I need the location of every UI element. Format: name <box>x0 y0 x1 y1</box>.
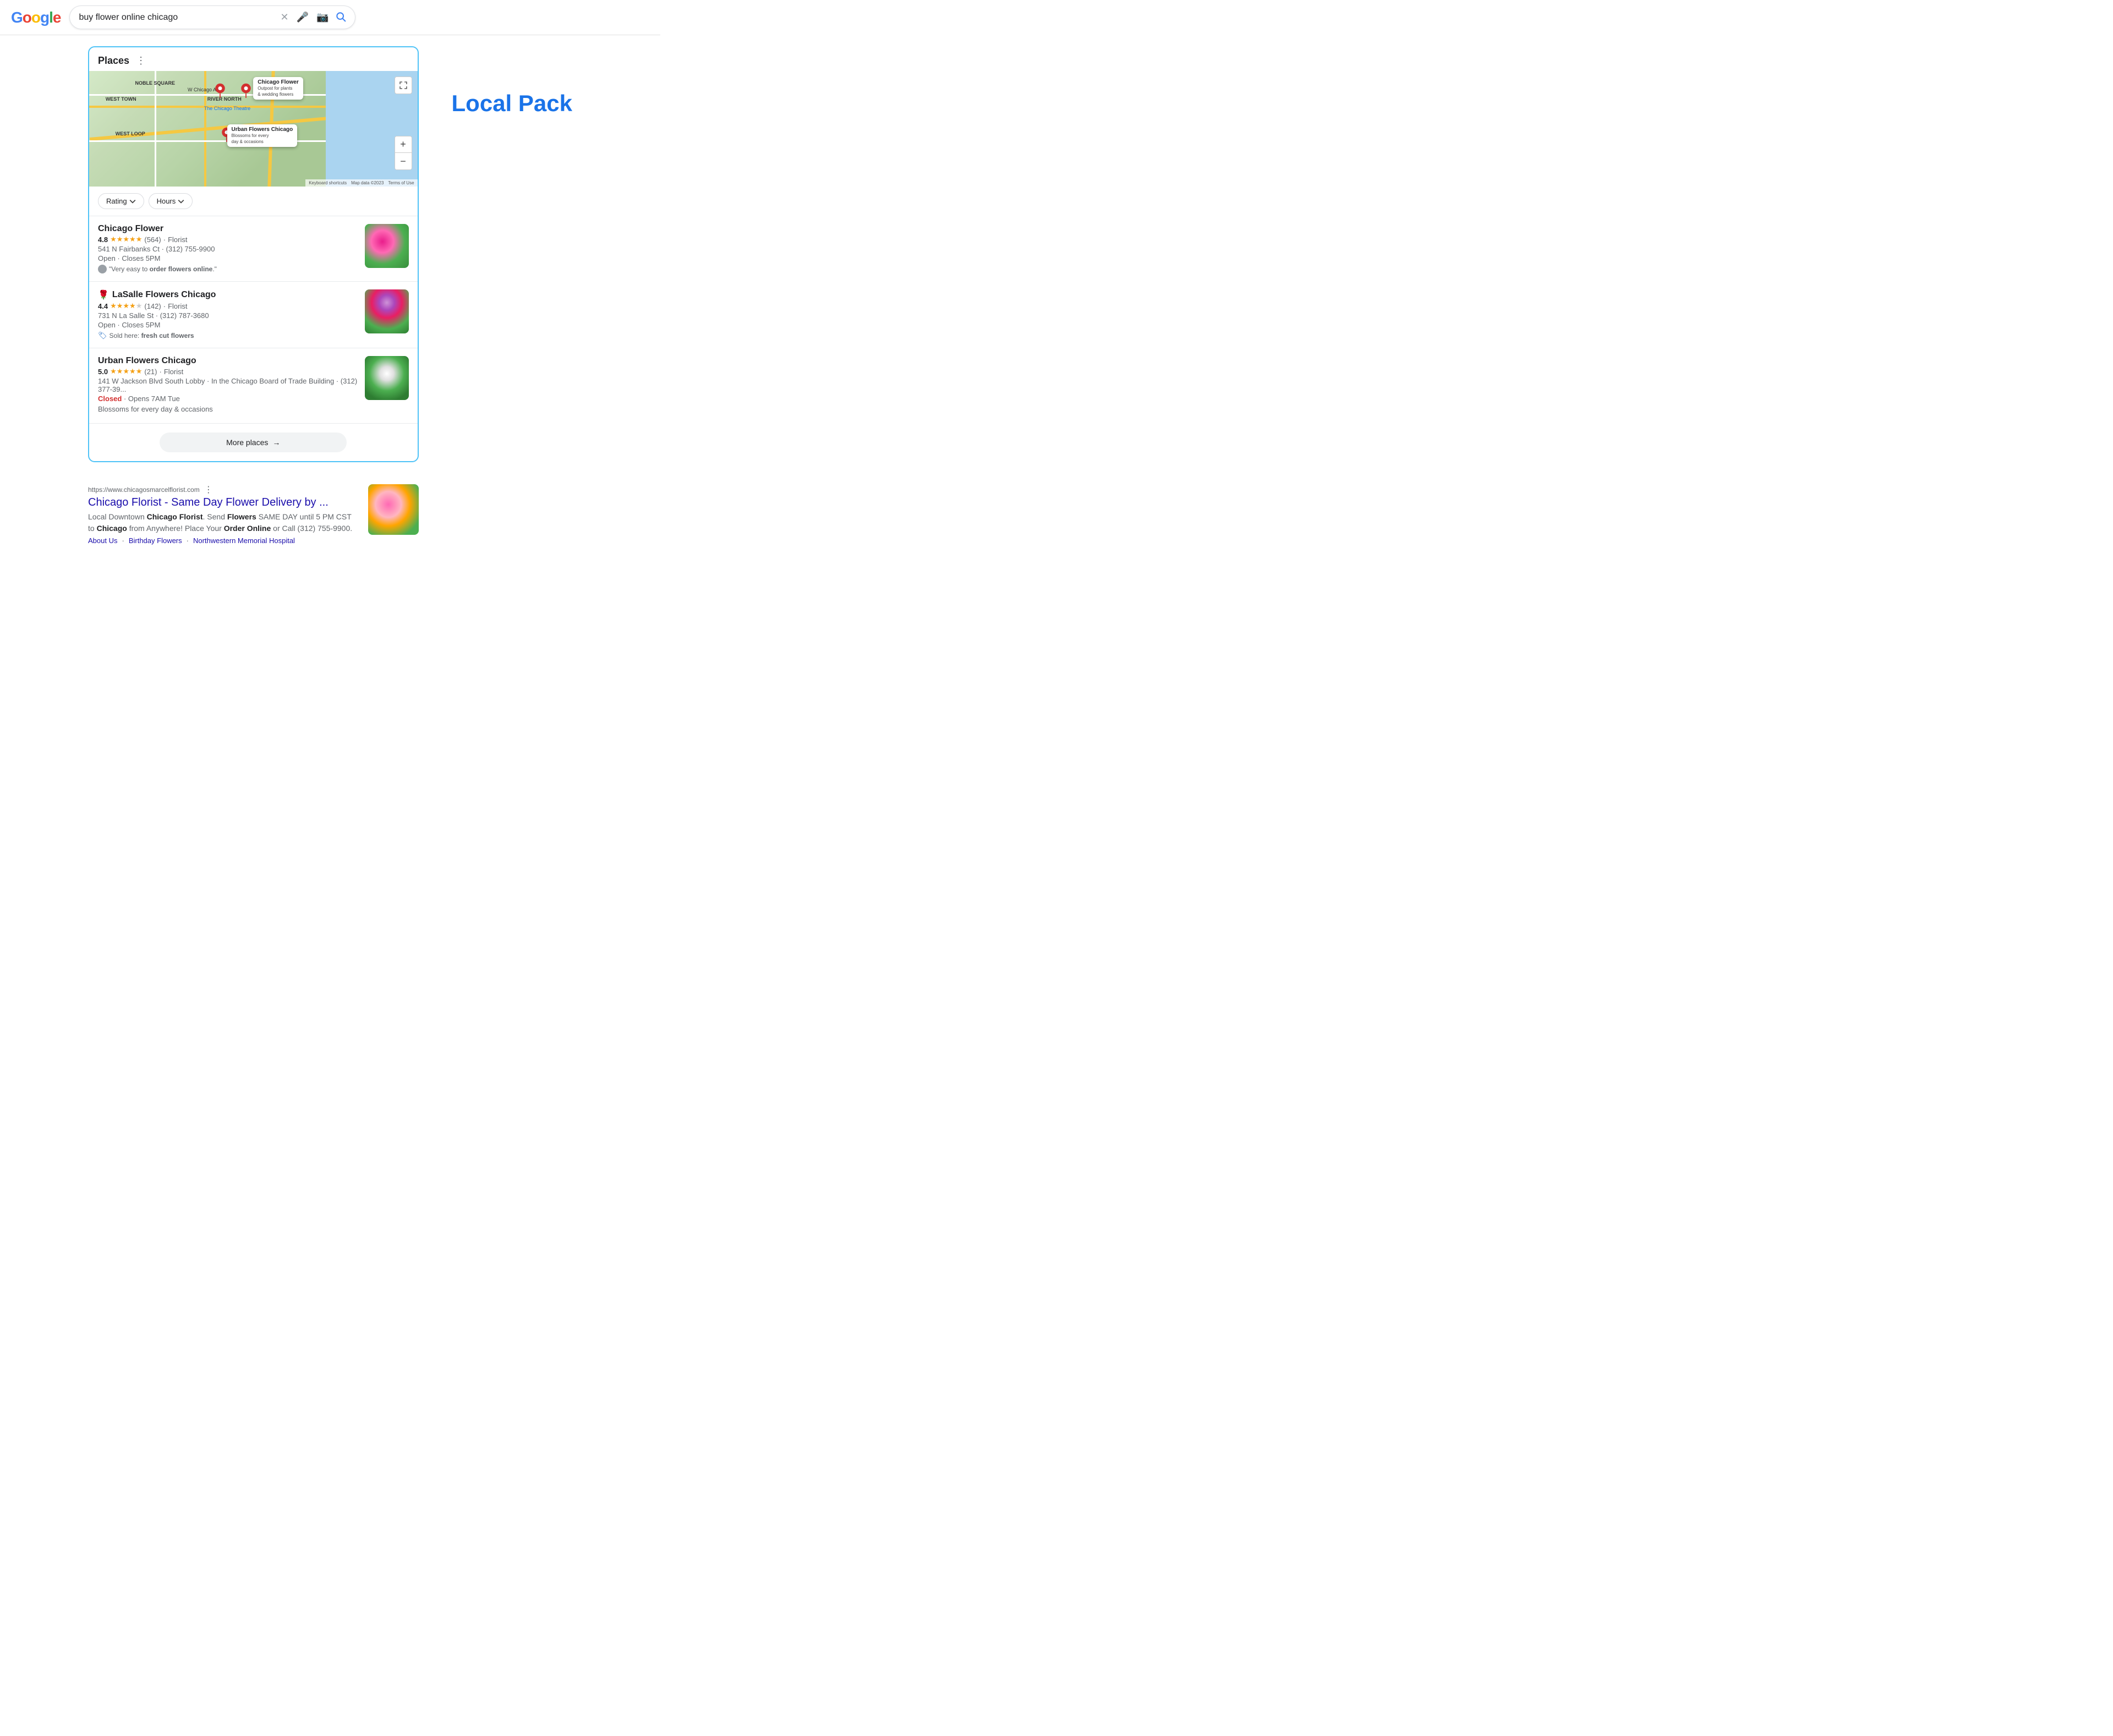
rating-count-urban: (21) <box>144 368 157 376</box>
organic-desc-1: Local Downtown Chicago Florist. Send Flo… <box>88 511 359 534</box>
rating-row-lasalle-flowers: 4.4 ★★★★★ (142) · Florist <box>98 302 358 310</box>
organic-menu-button[interactable]: ⋮ <box>204 484 213 495</box>
more-places-section: More places → <box>89 423 418 461</box>
map-label-west-town: WEST TOWN <box>106 96 136 102</box>
organic-url-1: https://www.chicagosmarcelflorist.com ⋮ <box>88 484 359 495</box>
google-logo: Google <box>11 9 61 26</box>
organic-info-1: https://www.chicagosmarcelflorist.com ⋮ … <box>88 484 359 545</box>
map-footer: Keyboard shortcuts Map data ©2023 Terms … <box>305 179 417 187</box>
map-keyboard-shortcuts[interactable]: Keyboard shortcuts <box>309 180 347 185</box>
stars-urban-flowers: ★★★★★ <box>110 367 142 376</box>
place-hours-lasalle: Open · Closes 5PM <box>98 321 358 329</box>
right-column: Local Pack <box>441 46 572 554</box>
map-data-credit: Map data ©2023 <box>351 180 384 185</box>
map-callout-urban-flowers[interactable]: Urban Flowers ChicagoBlossoms for everyd… <box>227 124 298 147</box>
map-callout-chicago-flower[interactable]: Chicago FlowerOutpost for plants& weddin… <box>253 77 303 100</box>
rating-count-chicago-flower: (564) <box>144 236 161 244</box>
lens-button[interactable]: 📷 <box>315 10 330 24</box>
places-menu-button[interactable]: ⋮ <box>136 55 146 67</box>
places-title: Places <box>98 55 129 67</box>
place-address-urban: 141 W Jackson Blvd South Lobby · In the … <box>98 377 358 393</box>
place-hours-urban: Closed · Opens 7AM Tue <box>98 395 358 403</box>
place-info-chicago-flower: Chicago Flower 4.8 ★★★★★ (564) · Florist… <box>98 224 358 273</box>
place-name-chicago-flower: Chicago Flower <box>98 224 358 234</box>
organic-image-1 <box>368 484 419 535</box>
rating-count-lasalle: (142) <box>144 302 161 310</box>
local-pack-header: Places ⋮ <box>89 47 418 71</box>
place-emoji-lasalle: 🌹 <box>98 289 109 300</box>
organic-result-1: https://www.chicagosmarcelflorist.com ⋮ … <box>88 475 419 554</box>
organic-link-northwestern[interactable]: Northwestern Memorial Hospital <box>193 536 295 545</box>
stars-lasalle-flowers: ★★★★★ <box>110 302 142 310</box>
hours-filter-button[interactable]: Hours <box>149 193 193 209</box>
map-label-chicago-theatre: The Chicago Theatre <box>204 106 250 111</box>
map-label-west-loop: WEST LOOP <box>116 131 145 136</box>
map-label-noble-square: NOBLE SQUARE <box>135 80 176 86</box>
map-pin-2[interactable] <box>240 83 252 98</box>
organic-link-about-us[interactable]: About Us <box>88 536 117 545</box>
map-zoom-controls: + − <box>395 136 412 170</box>
map-terms[interactable]: Terms of Use <box>388 180 414 185</box>
more-places-button[interactable]: More places → <box>160 432 347 452</box>
results-column: Places ⋮ NOBLE SQUA <box>88 46 419 554</box>
map-zoom-out-button[interactable]: − <box>395 153 412 169</box>
main-content: Places ⋮ NOBLE SQUA <box>0 35 660 565</box>
search-input[interactable] <box>79 13 275 23</box>
place-image-urban-flowers <box>365 356 409 400</box>
rating-row-chicago-flower: 4.8 ★★★★★ (564) · Florist <box>98 235 358 244</box>
place-hours-chicago-flower: Open · Closes 5PM <box>98 254 358 262</box>
place-review-chicago-flower: "Very easy to order flowers online." <box>98 265 358 273</box>
place-name-urban-flowers: Urban Flowers Chicago <box>98 356 358 366</box>
clear-button[interactable]: ✕ <box>280 10 290 24</box>
place-info-urban-flowers: Urban Flowers Chicago 5.0 ★★★★★ (21) · F… <box>98 356 358 415</box>
map-container[interactable]: NOBLE SQUARE WEST TOWN RIVER NORTH WEST … <box>89 71 418 187</box>
search-icon <box>335 11 346 22</box>
organic-link-birthday-flowers[interactable]: Birthday Flowers <box>129 536 182 545</box>
stars-chicago-flower: ★★★★★ <box>110 235 142 244</box>
organic-links-1: About Us · Birthday Flowers · Northweste… <box>88 536 359 545</box>
rating-row-urban-flowers: 5.0 ★★★★★ (21) · Florist <box>98 367 358 376</box>
search-icons: ✕ 🎤 📷 <box>280 10 347 24</box>
place-item-lasalle-flowers[interactable]: 🌹 LaSalle Flowers Chicago 4.4 ★★★★★ (142… <box>89 281 418 348</box>
place-info-lasalle-flowers: 🌹 LaSalle Flowers Chicago 4.4 ★★★★★ (142… <box>98 289 358 340</box>
map-zoom-in-button[interactable]: + <box>395 136 412 153</box>
organic-title-1[interactable]: Chicago Florist - Same Day Flower Delive… <box>88 496 359 509</box>
place-closed-label: Closed <box>98 395 122 403</box>
place-address-chicago-flower: 541 N Fairbanks Ct · (312) 755-9900 <box>98 245 358 253</box>
road <box>155 71 156 187</box>
local-pack-label: Local Pack <box>452 90 572 117</box>
reviewer-avatar <box>98 265 107 273</box>
map-fullscreen-button[interactable] <box>395 76 412 94</box>
place-description-urban: Blossoms for every day & occasions <box>98 405 358 413</box>
rating-filter-button[interactable]: Rating <box>98 193 144 209</box>
local-pack: Places ⋮ NOBLE SQUA <box>88 46 419 462</box>
voice-search-button[interactable]: 🎤 <box>295 10 310 24</box>
hours-filter-chevron <box>178 198 184 205</box>
search-bar: ✕ 🎤 📷 <box>69 6 355 29</box>
header: Google ✕ 🎤 📷 <box>0 0 660 35</box>
map-pin-1[interactable] <box>214 83 226 98</box>
place-image-chicago-flower <box>365 224 409 268</box>
search-button[interactable] <box>335 11 346 24</box>
filter-row: Rating Hours <box>89 187 418 216</box>
map-background: NOBLE SQUARE WEST TOWN RIVER NORTH WEST … <box>89 71 418 187</box>
place-item-urban-flowers[interactable]: Urban Flowers Chicago 5.0 ★★★★★ (21) · F… <box>89 348 418 423</box>
place-image-lasalle-flowers <box>365 289 409 333</box>
place-item-chicago-flower[interactable]: Chicago Flower 4.8 ★★★★★ (564) · Florist… <box>89 216 418 281</box>
place-address-lasalle: 731 N La Salle St · (312) 787-3680 <box>98 311 358 320</box>
rating-filter-chevron <box>129 198 136 205</box>
place-sold-lasalle: 🏷 Sold here: fresh cut flowers <box>98 331 358 340</box>
place-name-lasalle-flowers: 🌹 LaSalle Flowers Chicago <box>98 289 358 300</box>
